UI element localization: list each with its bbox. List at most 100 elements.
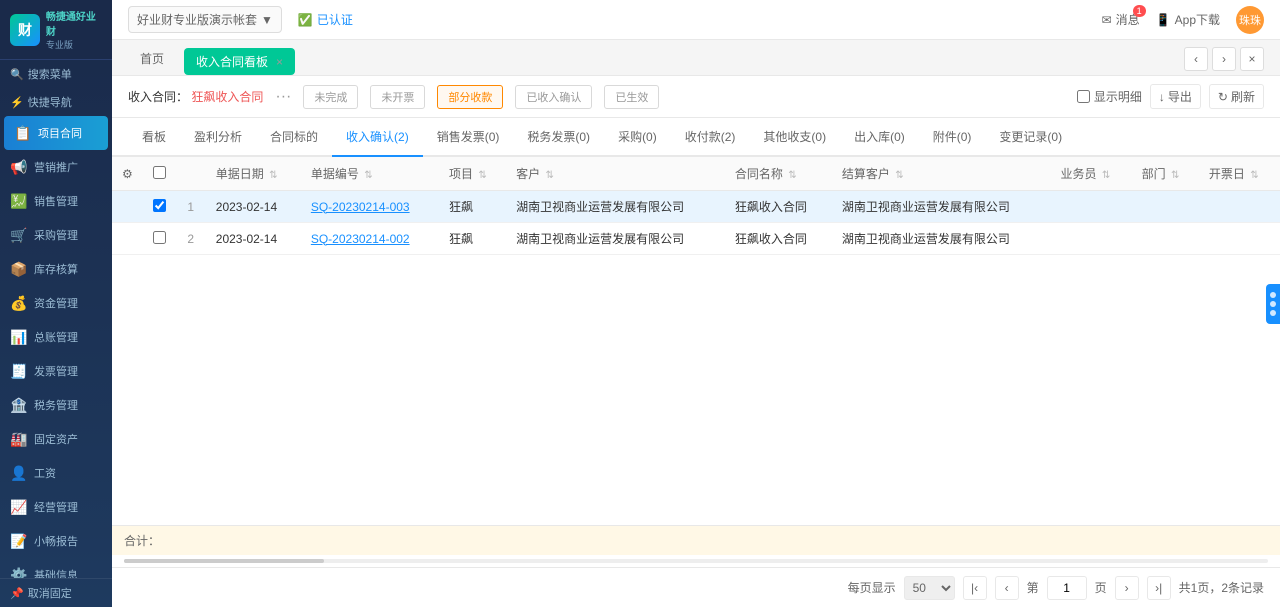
subtab-out-warehouse[interactable]: 出入库(0) [840, 118, 919, 157]
per-page-select[interactable]: 50 20 100 [904, 576, 955, 600]
logo-text: 畅捷通好业财 [46, 8, 102, 38]
user-area[interactable]: 珠珠 [1236, 6, 1264, 34]
sidebar-pin-label: 取消固定 [28, 585, 72, 601]
th-project: 项目 ⇅ [439, 157, 506, 191]
show-detail-checkbox[interactable] [1077, 90, 1090, 103]
sidebar-item-label: 基础信息 [34, 567, 78, 578]
sidebar-item-label: 销售管理 [34, 193, 78, 209]
sidebar-item-project-contract[interactable]: 📋 项目合同 [4, 116, 108, 150]
sidebar-item-label: 工资 [34, 465, 56, 481]
sort-contractname-icon[interactable]: ⇅ [788, 170, 796, 181]
sidebar-item-tax[interactable]: 🏦 税务管理 [0, 388, 112, 422]
status-uncomplete-button[interactable]: 未完成 [303, 85, 358, 109]
table-footer: 合计： [112, 525, 1280, 555]
subtab-bar: 看板 盈利分析 合同标的 收入确认(2) 销售发票(0) 税务发票(0) 采购(… [112, 118, 1280, 157]
sidebar-item-purchase[interactable]: 🛒 采购管理 [0, 218, 112, 252]
order-link-1[interactable]: SQ-20230214-003 [311, 200, 410, 214]
row-checkbox-2[interactable] [153, 231, 166, 244]
tab-close-all-button[interactable]: × [1240, 47, 1264, 71]
sidebar-item-marketing[interactable]: 📢 营销推广 [0, 150, 112, 184]
sort-customer-icon[interactable]: ⇅ [546, 170, 554, 181]
pagination-prev-button[interactable]: ‹ [995, 576, 1019, 600]
subtab-kanban[interactable]: 看板 [128, 118, 180, 157]
sort-department-icon[interactable]: ⇅ [1171, 170, 1179, 181]
sort-settlecustomer-icon[interactable]: ⇅ [895, 170, 903, 181]
pagination-page-input[interactable] [1047, 576, 1087, 600]
message-button[interactable]: ✉ 1 消息 [1102, 11, 1140, 28]
sidebar-pin-toggle[interactable]: 📌 取消固定 [0, 578, 112, 607]
scrollbar-thumb[interactable] [124, 559, 324, 563]
sales-icon: 💹 [10, 192, 28, 210]
sidebar-quick-label: 快捷导航 [28, 94, 72, 110]
right-edge-panel[interactable] [1266, 284, 1280, 324]
subtab-change-log[interactable]: 变更记录(0) [985, 118, 1076, 157]
sort-orderno-icon[interactable]: ⇅ [364, 170, 372, 181]
subtab-income-confirm[interactable]: 收入确认(2) [332, 118, 423, 157]
subtab-tax-invoice[interactable]: 税务发票(0) [513, 118, 604, 157]
certified-text: 已认证 [317, 11, 353, 28]
app-download-button[interactable]: 📱 App下载 [1156, 11, 1220, 28]
sidebar-item-ops[interactable]: 📈 经营管理 [0, 490, 112, 524]
sidebar-item-fund[interactable]: 💰 资金管理 [0, 286, 112, 320]
subtab-attachment[interactable]: 附件(0) [919, 118, 986, 157]
message-badge: 1 [1133, 5, 1146, 17]
sidebar-item-report[interactable]: 📝 小畅报告 [0, 524, 112, 558]
tab-next-button[interactable]: › [1212, 47, 1236, 71]
status-confirmed-button[interactable]: 已收入确认 [515, 85, 592, 109]
horizontal-scrollbar[interactable] [124, 559, 1268, 563]
sidebar-item-hr[interactable]: 👤 工资 [0, 456, 112, 490]
pagination-last-button[interactable]: ›| [1147, 576, 1171, 600]
company-selector[interactable]: 好业财专业版演示帐套 ▼ [128, 6, 282, 33]
tab-close-icon[interactable]: × [276, 55, 283, 69]
tab-nav-controls: ‹ › × [1184, 47, 1264, 75]
sidebar-search[interactable]: 🔍 搜索菜单 [0, 60, 112, 88]
sidebar-item-inventory[interactable]: 📦 库存核算 [0, 252, 112, 286]
sidebar-item-fixed-asset[interactable]: 🏭 固定资产 [0, 422, 112, 456]
sidebar-item-invoice[interactable]: 🧾 发票管理 [0, 354, 112, 388]
status-partial-button[interactable]: 部分收款 [437, 85, 503, 109]
avatar: 珠珠 [1236, 6, 1264, 34]
status-effective-button[interactable]: 已生效 [604, 85, 659, 109]
pagination-first-button[interactable]: |‹ [963, 576, 987, 600]
th-contract-name: 合同名称 ⇅ [725, 157, 832, 191]
td-customer-2: 湖南卫视商业运营发展有限公司 [506, 223, 725, 255]
th-open-date: 开票日 ⇅ [1199, 157, 1280, 191]
table-row[interactable]: 2 2023-02-14 SQ-20230214-002 狂飙 湖南卫视商业运营… [112, 223, 1280, 255]
contract-more-button[interactable]: ··· [275, 88, 291, 106]
pagination-next-button[interactable]: › [1115, 576, 1139, 600]
sidebar-item-general-ledger[interactable]: 📊 总账管理 [0, 320, 112, 354]
sort-date-icon[interactable]: ⇅ [269, 170, 277, 181]
sidebar-item-basic-info[interactable]: ⚙️ 基础信息 [0, 558, 112, 578]
invoice-icon: 🧾 [10, 362, 28, 380]
tab-home[interactable]: 首页 [128, 44, 176, 75]
fixed-asset-icon: 🏭 [10, 430, 28, 448]
th-customer: 客户 ⇅ [506, 157, 725, 191]
basic-info-icon: ⚙️ [10, 566, 28, 578]
sort-opendate-icon[interactable]: ⇅ [1250, 170, 1258, 181]
sort-salesperson-icon[interactable]: ⇅ [1102, 170, 1110, 181]
subtab-purchase[interactable]: 采购(0) [604, 118, 671, 157]
tab-income-contract[interactable]: 收入合同看板 × [184, 48, 295, 75]
tab-prev-button[interactable]: ‹ [1184, 47, 1208, 71]
table-row[interactable]: 1 2023-02-14 SQ-20230214-003 狂飙 湖南卫视商业运营… [112, 191, 1280, 223]
show-detail-label[interactable]: 显示明细 [1077, 88, 1142, 105]
sidebar-quick-nav[interactable]: ⚡ 快捷导航 [0, 88, 112, 116]
row-checkbox-1[interactable] [153, 199, 166, 212]
order-link-2[interactable]: SQ-20230214-002 [311, 232, 410, 246]
export-button[interactable]: ↓ 导出 [1150, 84, 1201, 109]
quick-icon: ⚡ [10, 96, 24, 109]
gear-icon[interactable]: ⚙ [122, 167, 133, 181]
subtab-other-income[interactable]: 其他收支(0) [749, 118, 840, 157]
status-uninvoice-button[interactable]: 未开票 [370, 85, 425, 109]
subtab-contract-std[interactable]: 合同标的 [256, 118, 332, 157]
select-all-checkbox[interactable] [153, 166, 166, 179]
company-name: 好业财专业版演示帐套 [137, 11, 257, 28]
td-gear-1 [112, 191, 143, 223]
subtab-profit[interactable]: 盈利分析 [180, 118, 256, 157]
refresh-button[interactable]: ↻ 刷新 [1209, 84, 1264, 109]
subtab-receipt[interactable]: 收付款(2) [671, 118, 750, 157]
sidebar-item-label: 库存核算 [34, 261, 78, 277]
subtab-sales-invoice[interactable]: 销售发票(0) [423, 118, 514, 157]
sort-project-icon[interactable]: ⇅ [478, 170, 486, 181]
sidebar-item-sales[interactable]: 💹 销售管理 [0, 184, 112, 218]
